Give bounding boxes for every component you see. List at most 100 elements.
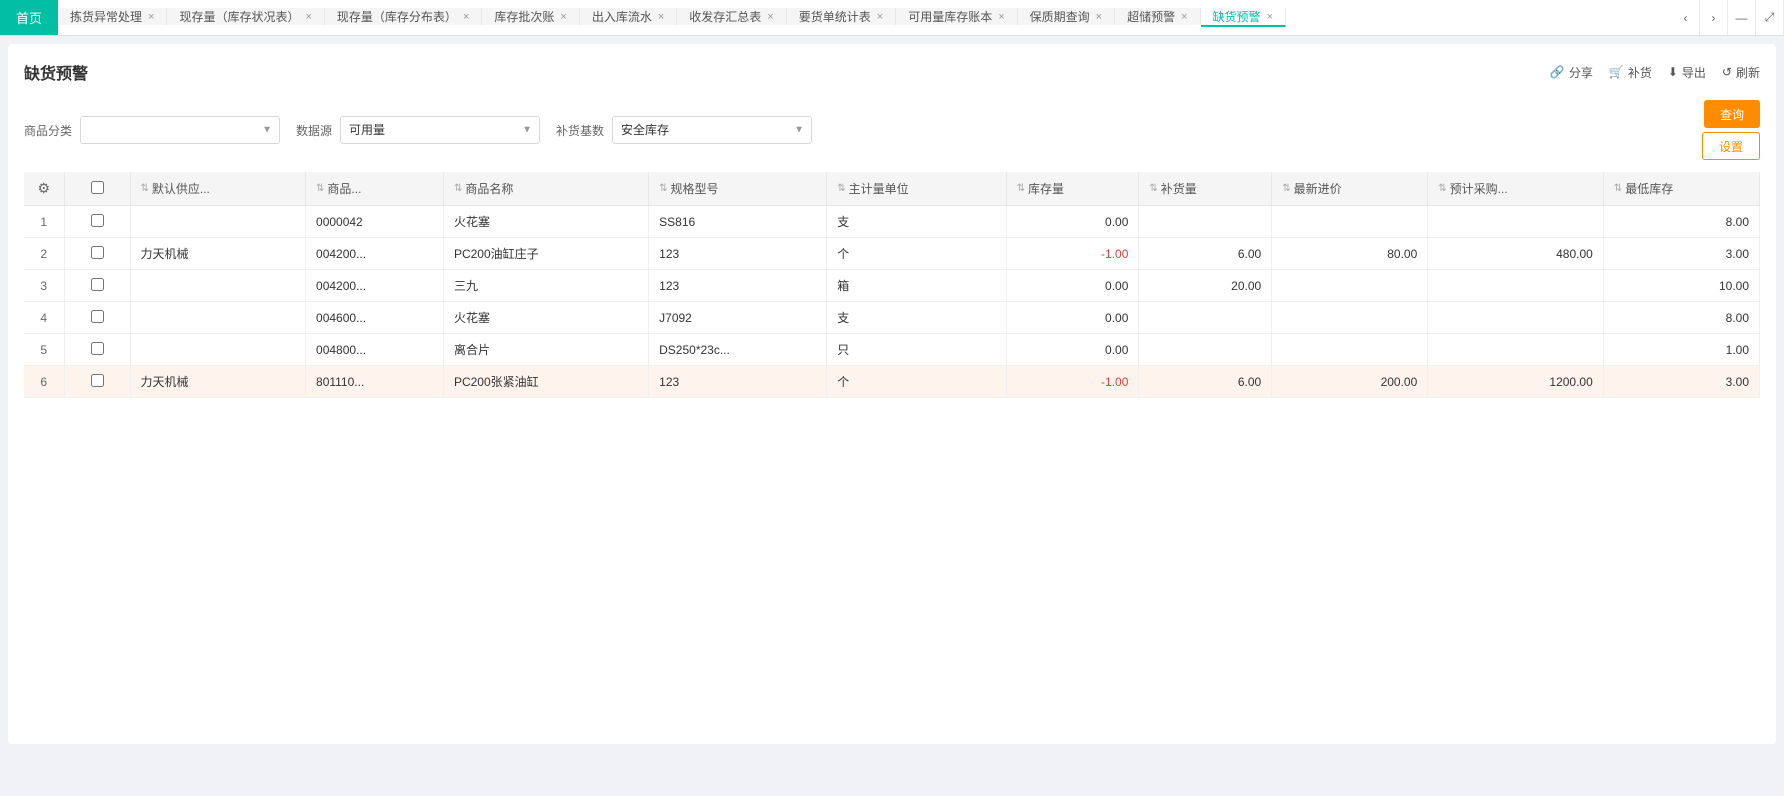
tab-close-shortage[interactable]: × (1267, 11, 1273, 23)
tab-available-ledger[interactable]: 可用量库存账本× (896, 8, 1017, 25)
chevron-left-icon: ‹ (1684, 11, 1688, 25)
th-latest_price[interactable]: ⇅最新进价 (1272, 172, 1428, 206)
row-gear-cell: 6 (24, 366, 64, 398)
query-button[interactable]: 查询 (1704, 100, 1760, 128)
cell-unit: 个 (827, 238, 1006, 270)
cell-spec: 123 (649, 366, 827, 398)
sort-icon-product_code: ⇅ (316, 183, 324, 194)
tab-exception[interactable]: 拣货异常处理 × (58, 8, 167, 25)
row-checkbox[interactable] (91, 342, 104, 355)
tab-close-exception[interactable]: × (148, 11, 154, 23)
th-default_supplier[interactable]: ⇅默认供应... (130, 172, 306, 206)
datasource-select[interactable]: 可用量 库存量 (340, 116, 540, 144)
row-checkbox-cell[interactable] (64, 302, 130, 334)
cell-supplier (130, 334, 306, 366)
tab-expiry[interactable]: 保质期查询 × (1018, 8, 1115, 25)
tab-minimize-btn[interactable]: — (1728, 0, 1756, 35)
th-label-unit: 主计量单位 (849, 180, 909, 197)
th-unit[interactable]: ⇅主计量单位 (827, 172, 1006, 206)
row-checkbox[interactable] (91, 278, 104, 291)
row-checkbox-cell[interactable] (64, 238, 130, 270)
cell-min-stock: 1.00 (1603, 334, 1759, 366)
th-replenish[interactable]: ⇅补货量 (1139, 172, 1272, 206)
tab-batch[interactable]: 库存批次账× (482, 8, 579, 25)
tab-inventory-status[interactable]: 现存量（库存状况表）× (167, 8, 324, 25)
tab-label-expiry: 保质期查询 (1030, 8, 1090, 25)
filter-group-replenish-base: 补货基数 安全库存 最低库存 (556, 116, 812, 144)
tab-expand-btn[interactable]: ⤢ (1756, 0, 1784, 35)
th-label-spec: 规格型号 (671, 180, 719, 197)
cell-est-purchase: 480.00 (1428, 238, 1604, 270)
th-product_name[interactable]: ⇅商品名称 (443, 172, 648, 206)
th-est_purchase[interactable]: ⇅预计采购... (1428, 172, 1604, 206)
row-gear-cell: 5 (24, 334, 64, 366)
sort-icon-spec: ⇅ (659, 183, 667, 194)
tab-label-shortage: 缺货预警 (1213, 8, 1261, 25)
tab-overstock[interactable]: 超储预警× (1115, 8, 1200, 25)
cell-stock: -1.00 (1006, 238, 1139, 270)
th-min_stock[interactable]: ⇅最低库存 (1603, 172, 1759, 206)
replenish-base-label: 补货基数 (556, 122, 604, 139)
th-product_code[interactable]: ⇅商品... (306, 172, 444, 206)
tab-close-overstock[interactable]: × (1181, 11, 1187, 23)
table-row: 4004600...火花塞J7092支0.008.00 (24, 302, 1760, 334)
replenish-action[interactable]: 🛒 补货 (1609, 64, 1652, 81)
tab-close-inout-flow[interactable]: × (658, 11, 664, 23)
row-checkbox-cell[interactable] (64, 334, 130, 366)
tab-label-exception: 拣货异常处理 (70, 8, 142, 25)
tab-label-inout-flow: 出入库流水 (592, 8, 652, 25)
cell-supplier (130, 270, 306, 302)
tab-prev-btn[interactable]: ‹ (1672, 0, 1700, 35)
share-action[interactable]: 🔗 分享 (1550, 64, 1593, 81)
tab-close-inventory-status[interactable]: × (305, 11, 311, 23)
category-select[interactable] (80, 116, 280, 144)
row-checkbox[interactable] (91, 310, 104, 323)
tab-next-btn[interactable]: › (1700, 0, 1728, 35)
tab-close-expiry[interactable]: × (1096, 11, 1102, 23)
cell-product-name: PC200张紧油缸 (443, 366, 648, 398)
select-all-checkbox[interactable] (91, 181, 104, 194)
tab-close-inventory-dist[interactable]: × (463, 11, 469, 23)
tab-close-order-stat[interactable]: × (877, 11, 883, 23)
settings-button[interactable]: 设置 (1702, 132, 1760, 160)
tab-close-receipt-summary[interactable]: × (767, 11, 773, 23)
gear-settings-icon[interactable]: ⚙ (37, 180, 50, 196)
th-stock[interactable]: ⇅库存量 (1006, 172, 1139, 206)
cell-supplier (130, 206, 306, 238)
tab-order-stat[interactable]: 要货单统计表× (787, 8, 896, 25)
row-checkbox-cell[interactable] (64, 206, 130, 238)
cell-est-purchase (1428, 334, 1604, 366)
tab-shortage[interactable]: 缺货预警 × (1201, 8, 1286, 27)
th-checkbox (64, 172, 130, 206)
export-action[interactable]: ⬇ 导出 (1668, 64, 1706, 81)
cell-product-name: PC200油缸庄子 (443, 238, 648, 270)
tab-home[interactable]: 首页 (0, 0, 58, 35)
row-checkbox[interactable] (91, 246, 104, 259)
table-row: 3004200...三九123箱0.0020.0010.00 (24, 270, 1760, 302)
export-icon: ⬇ (1668, 65, 1678, 79)
row-checkbox-cell[interactable] (64, 366, 130, 398)
cell-latest-price (1272, 302, 1428, 334)
sort-icon-est_purchase: ⇅ (1438, 183, 1446, 194)
row-checkbox[interactable] (91, 374, 104, 387)
replenish-base-select[interactable]: 安全库存 最低库存 (612, 116, 812, 144)
minimize-icon: — (1736, 11, 1748, 25)
th-gear: ⚙ (24, 172, 64, 206)
tab-receipt-summary[interactable]: 收发存汇总表× (677, 8, 786, 25)
sort-icon-stock: ⇅ (1017, 183, 1025, 194)
th-label-product_code: 商品... (327, 180, 361, 197)
cell-replenish (1139, 206, 1272, 238)
tab-close-batch[interactable]: × (560, 11, 566, 23)
tab-inventory-dist[interactable]: 现存量（库存分布表）× (325, 8, 482, 25)
row-gear-cell: 3 (24, 270, 64, 302)
row-checkbox-cell[interactable] (64, 270, 130, 302)
th-spec[interactable]: ⇅ 规格型号 (649, 172, 827, 206)
tab-inout-flow[interactable]: 出入库流水 × (580, 8, 677, 25)
cell-unit: 支 (827, 206, 1006, 238)
cell-spec: J7092 (649, 302, 827, 334)
tab-close-available-ledger[interactable]: × (998, 11, 1004, 23)
row-checkbox[interactable] (91, 214, 104, 227)
cell-latest-price (1272, 206, 1428, 238)
table-row: 6力天机械801110...PC200张紧油缸123个-1.006.00200.… (24, 366, 1760, 398)
refresh-action[interactable]: ↺ 刷新 (1722, 64, 1760, 81)
